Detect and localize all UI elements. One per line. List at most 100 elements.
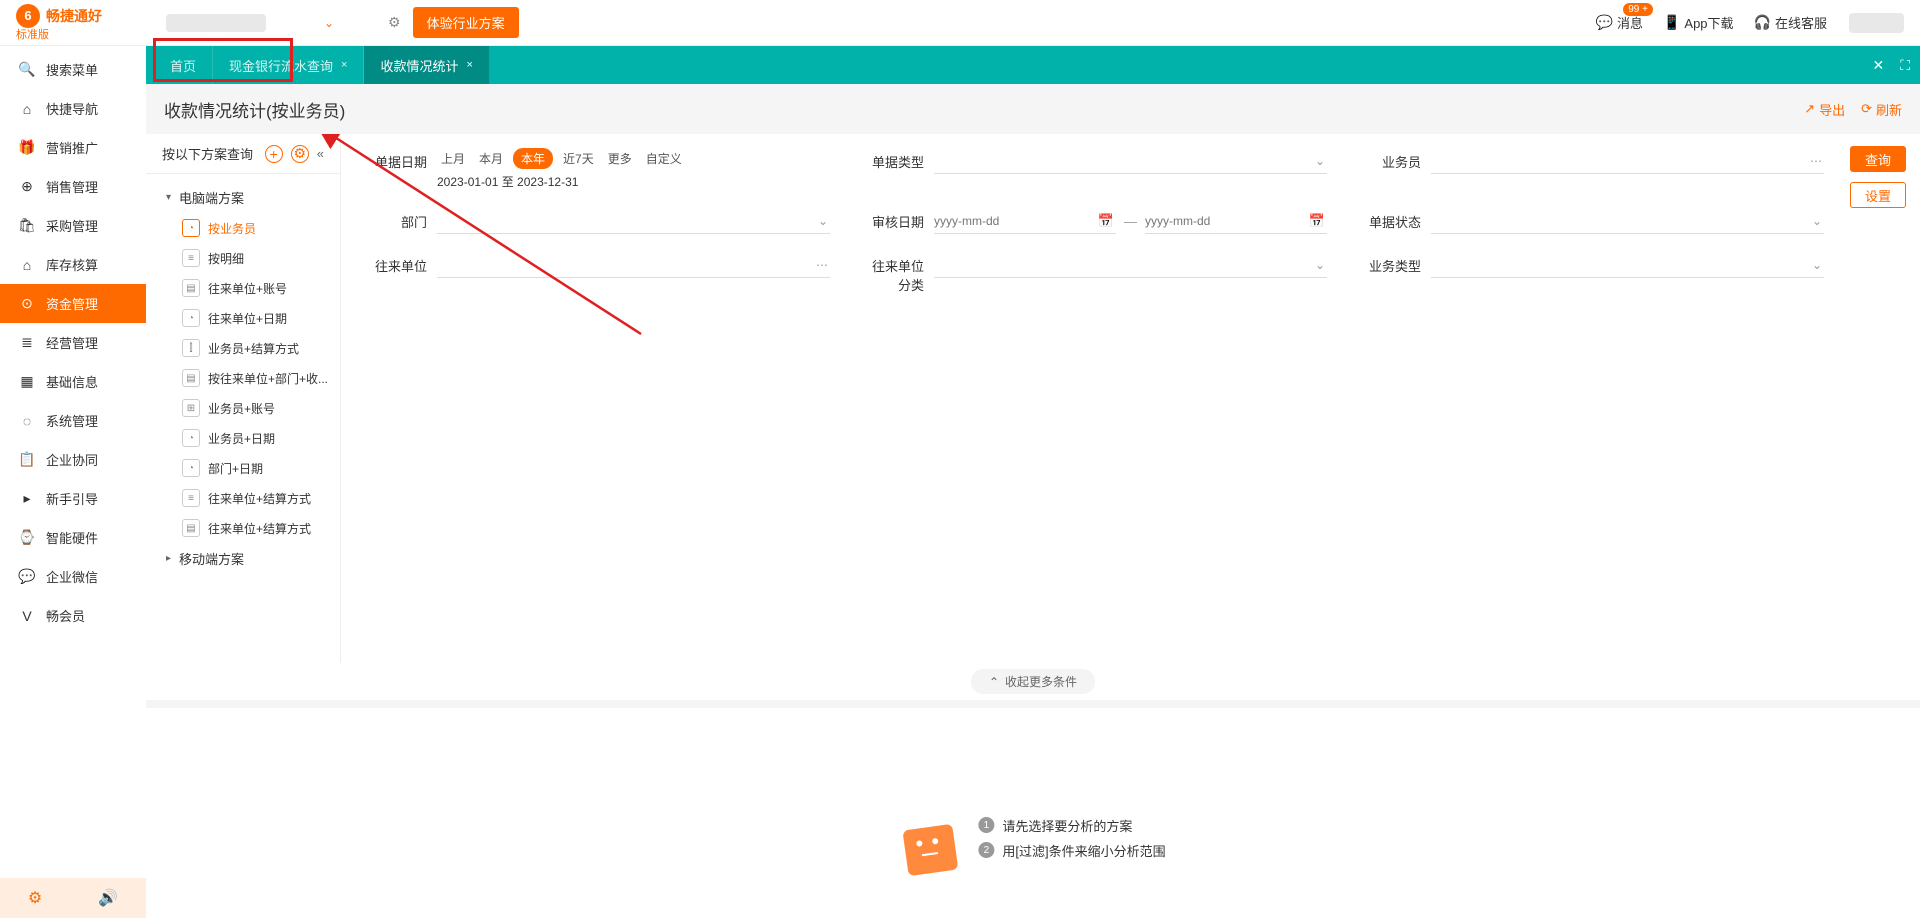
industry-plan-button[interactable]: 体验行业方案 bbox=[413, 7, 519, 38]
tree-item-clerk-account[interactable]: ⊞业务员+账号 bbox=[146, 393, 340, 423]
tree-item-partner-settle2[interactable]: ▤往来单位+结算方式 bbox=[146, 513, 340, 543]
org-name-obscured bbox=[166, 14, 266, 32]
bill-type-select[interactable] bbox=[934, 148, 1327, 174]
date-separator: — bbox=[1124, 214, 1137, 229]
sidebar-item-quicknav[interactable]: ⌂快捷导航 bbox=[0, 89, 146, 128]
sidebar-item-member[interactable]: V畅会员 bbox=[0, 596, 146, 635]
clipboard-icon: 📋 bbox=[18, 451, 36, 469]
quick-7days[interactable]: 近7天 bbox=[559, 148, 598, 169]
partner-cat-select[interactable] bbox=[934, 252, 1327, 278]
table-icon: ▤ bbox=[182, 279, 200, 297]
audit-date-from[interactable] bbox=[934, 208, 1116, 234]
empty-step-1: 1请先选择要分析的方案 bbox=[978, 816, 1165, 835]
sidebar-item-marketing[interactable]: 🎁营销推广 bbox=[0, 128, 146, 167]
phone-icon: 📱 bbox=[1663, 14, 1680, 31]
tree-item-by-detail[interactable]: ≡按明细 bbox=[146, 243, 340, 273]
partner-input[interactable] bbox=[437, 252, 830, 278]
sidebar-item-wechat[interactable]: 💬企业微信 bbox=[0, 557, 146, 596]
table-icon: ▤ bbox=[182, 369, 200, 387]
quick-last-month[interactable]: 上月 bbox=[437, 148, 469, 169]
export-icon: ↗ bbox=[1804, 101, 1815, 117]
chevron-down-icon[interactable]: ⌄ bbox=[1812, 258, 1822, 272]
chevron-down-icon[interactable]: ⌄ bbox=[818, 214, 828, 228]
tree-item-clerk-date[interactable]: ◔业务员+日期 bbox=[146, 423, 340, 453]
query-button[interactable]: 查询 bbox=[1850, 146, 1906, 172]
tab-cashflow[interactable]: 现金银行流水查询× bbox=[213, 46, 364, 84]
scheme-settings-icon[interactable]: ⚙ bbox=[291, 145, 309, 163]
add-scheme-icon[interactable]: + bbox=[265, 145, 283, 163]
quick-custom[interactable]: 自定义 bbox=[642, 148, 686, 169]
tree-item-dept-date[interactable]: ◔部门+日期 bbox=[146, 453, 340, 483]
collapse-toggle[interactable]: ⌃ 收起更多条件 bbox=[971, 669, 1095, 694]
quick-this-month[interactable]: 本月 bbox=[475, 148, 507, 169]
biz-type-select[interactable] bbox=[1431, 252, 1824, 278]
list-icon: ≡ bbox=[182, 249, 200, 267]
sound-icon[interactable]: 🔊 bbox=[98, 888, 118, 908]
close-icon[interactable]: × bbox=[341, 59, 347, 71]
chevron-down-icon[interactable]: ⌄ bbox=[1315, 258, 1325, 272]
close-icon[interactable]: × bbox=[466, 59, 472, 71]
fullscreen-icon[interactable]: ⛶ bbox=[1900, 57, 1910, 74]
doc-icon: ≣ bbox=[18, 334, 36, 352]
tree-group-mobile[interactable]: ▸移动端方案 bbox=[146, 543, 340, 574]
scheme-header-title: 按以下方案查询 bbox=[162, 144, 257, 163]
sidebar-item-hardware[interactable]: ⌚智能硬件 bbox=[0, 518, 146, 557]
grid-icon: ▦ bbox=[18, 373, 36, 391]
quick-more[interactable]: 更多 bbox=[604, 148, 636, 169]
close-all-icon[interactable]: ✕ bbox=[1872, 57, 1884, 74]
settings-button[interactable]: 设置 bbox=[1850, 182, 1906, 208]
sidebar-item-sales[interactable]: ⊕销售管理 bbox=[0, 167, 146, 206]
messages-link[interactable]: 💬 消息 99 + bbox=[1588, 9, 1651, 36]
more-icon[interactable]: ⋯ bbox=[816, 258, 828, 272]
more-icon[interactable]: ⋯ bbox=[1810, 154, 1822, 168]
cart-icon: ⊕ bbox=[18, 178, 36, 196]
page-title: 收款情况统计(按业务员) bbox=[164, 97, 345, 122]
dept-select[interactable] bbox=[437, 208, 830, 234]
sidebar-item-baseinfo[interactable]: ▦基础信息 bbox=[0, 362, 146, 401]
calendar-icon[interactable]: 📅 bbox=[1098, 213, 1114, 229]
export-button[interactable]: ↗导出 bbox=[1804, 100, 1845, 119]
chevron-down-icon[interactable]: ⌄ bbox=[1812, 214, 1822, 228]
tree-group-desktop[interactable]: ▾电脑端方案 bbox=[146, 182, 340, 213]
user-avatar-obscured[interactable] bbox=[1849, 13, 1904, 33]
logo[interactable]: 6 畅捷通好 标准版 bbox=[16, 4, 146, 42]
gear-icon[interactable]: ⚙ bbox=[388, 14, 401, 31]
money-icon: ⊙ bbox=[18, 295, 36, 313]
sidebar-item-purchase[interactable]: 🛍采购管理 bbox=[0, 206, 146, 245]
audit-date-to[interactable] bbox=[1145, 208, 1327, 234]
search-icon: 🔍 bbox=[18, 61, 36, 79]
page-header: 收款情况统计(按业务员) ↗导出 ⟳刷新 bbox=[146, 84, 1920, 134]
headset-icon: 🎧 bbox=[1754, 14, 1771, 31]
app-download-link[interactable]: 📱 App下载 bbox=[1655, 9, 1742, 36]
settings-icon[interactable]: ⚙ bbox=[28, 888, 42, 908]
sidebar-item-guide[interactable]: ▸新手引导 bbox=[0, 479, 146, 518]
tab-home[interactable]: 首页 bbox=[154, 46, 213, 84]
tree-item-partner-dept[interactable]: ▤按往来单位+部门+收... bbox=[146, 363, 340, 393]
chevron-down-icon[interactable]: ⌄ bbox=[1315, 154, 1325, 168]
org-dropdown[interactable]: ⌄ bbox=[166, 9, 376, 37]
sidebar-item-collab[interactable]: 📋企业协同 bbox=[0, 440, 146, 479]
sidebar-item-system[interactable]: ◌系统管理 bbox=[0, 401, 146, 440]
refresh-button[interactable]: ⟳刷新 bbox=[1861, 100, 1902, 119]
tree-item-by-clerk[interactable]: ◔按业务员 bbox=[146, 213, 340, 243]
tabs-bar: 首页 现金银行流水查询× 收款情况统计× ✕ ⛶ bbox=[146, 46, 1920, 84]
action-column: 查询 设置 bbox=[1846, 134, 1920, 663]
tab-receipt-stats[interactable]: 收款情况统计× bbox=[364, 46, 489, 84]
calendar-icon[interactable]: 📅 bbox=[1309, 213, 1325, 229]
sidebar-item-search[interactable]: 🔍搜索菜单 bbox=[0, 50, 146, 89]
tree-item-partner-settle1[interactable]: ≡往来单位+结算方式 bbox=[146, 483, 340, 513]
tree-item-clerk-settle[interactable]: ⫿业务员+结算方式 bbox=[146, 333, 340, 363]
quick-this-year[interactable]: 本年 bbox=[513, 148, 553, 169]
grid-icon: ⊞ bbox=[182, 399, 200, 417]
tree-item-partner-account[interactable]: ▤往来单位+账号 bbox=[146, 273, 340, 303]
tree-item-partner-date[interactable]: ◔往来单位+日期 bbox=[146, 303, 340, 333]
sidebar-item-inventory[interactable]: ⌂库存核算 bbox=[0, 245, 146, 284]
status-select[interactable] bbox=[1431, 208, 1824, 234]
collapse-panel-icon[interactable]: « bbox=[317, 146, 324, 161]
sidebar-item-funds[interactable]: ⊙资金管理 bbox=[0, 284, 146, 323]
clerk-input[interactable] bbox=[1431, 148, 1824, 174]
clock-icon: ◔ bbox=[182, 309, 200, 327]
sidebar-item-operation[interactable]: ≣经营管理 bbox=[0, 323, 146, 362]
clock-icon: ◔ bbox=[182, 219, 200, 237]
online-service-link[interactable]: 🎧 在线客服 bbox=[1746, 9, 1835, 36]
